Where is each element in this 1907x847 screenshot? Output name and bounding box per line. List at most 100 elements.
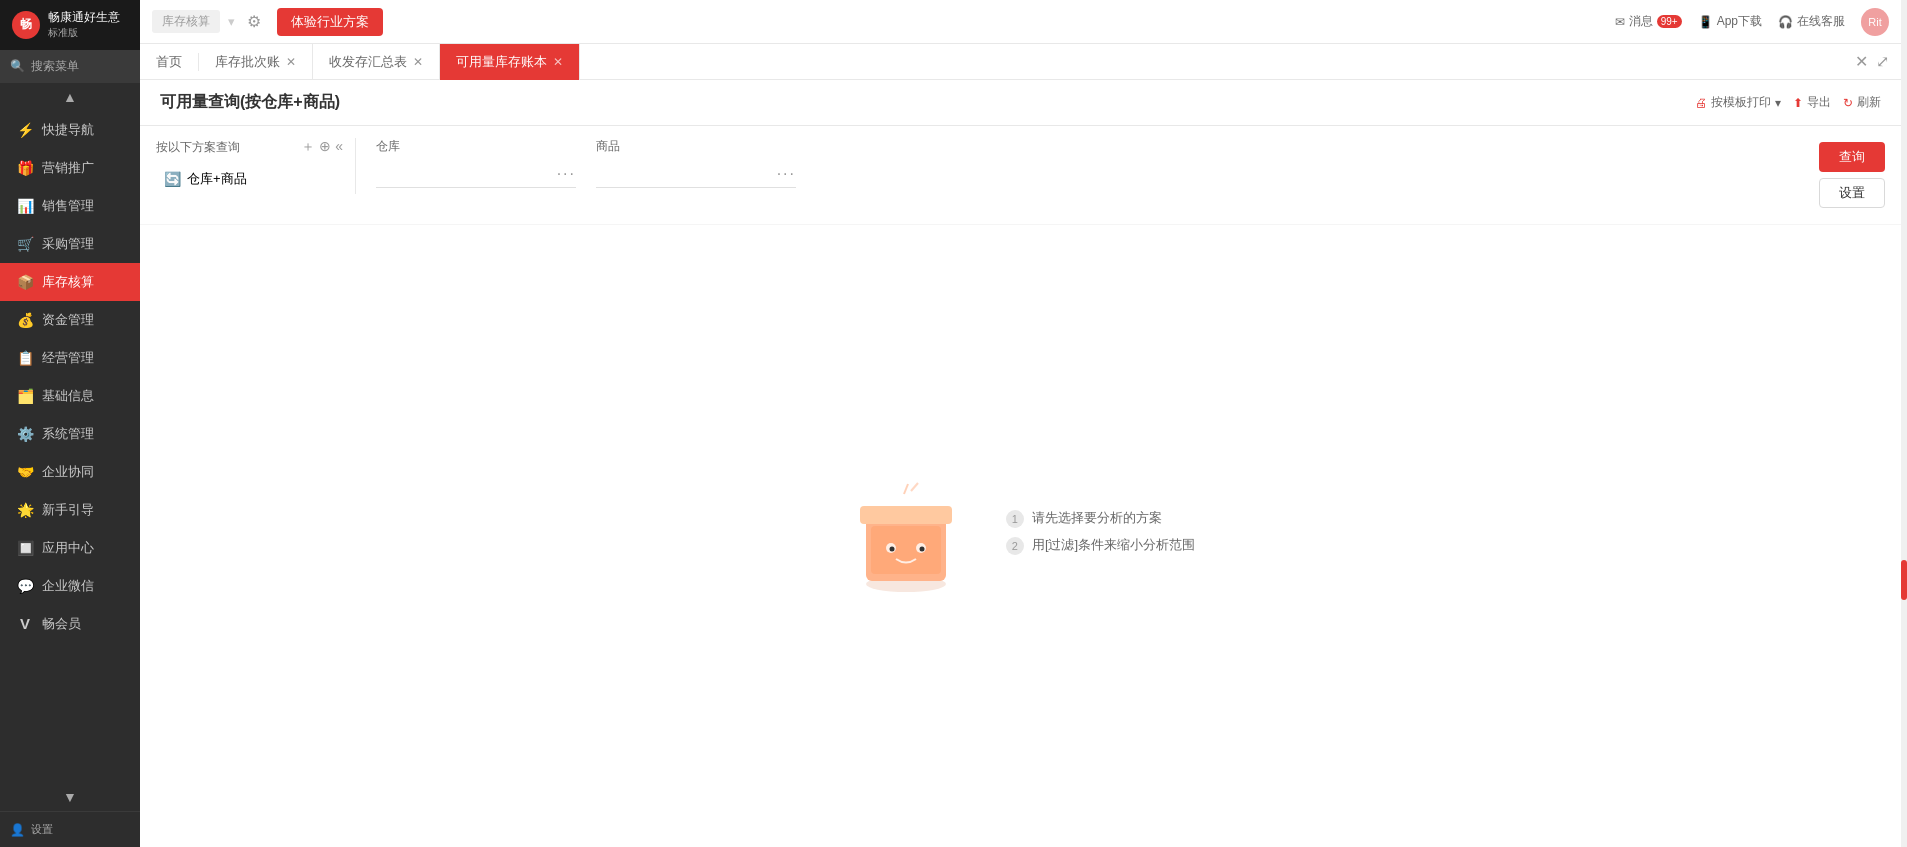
sidebar-item-label: 企业微信	[42, 577, 94, 595]
user-avatar-icon: 👤	[10, 823, 25, 837]
sidebar-item-basic-info[interactable]: 🗂️ 基础信息	[0, 377, 140, 415]
page-header: 可用量查询(按仓库+商品) 🖨 按模板打印 ▾ ⬆ 导出 ↻ 刷新	[140, 80, 1901, 126]
main-area: 库存核算 ▾ ⚙ 体验行业方案 ✉ 消息 99+ 📱 App下载 🎧 在线客服 …	[140, 0, 1901, 847]
sidebar-item-app-center[interactable]: 🔲 应用中心	[0, 529, 140, 567]
enterprise-icon: 🤝	[16, 463, 34, 481]
user-avatar: Rit	[1861, 8, 1889, 36]
settings-button[interactable]: 设置	[1819, 178, 1885, 208]
sidebar-item-sales[interactable]: 📊 销售管理	[0, 187, 140, 225]
search-label: 搜索菜单	[31, 58, 79, 75]
empty-svg	[846, 476, 966, 596]
sidebar-item-label: 企业协同	[42, 463, 94, 481]
sidebar-item-label: 畅会员	[42, 615, 81, 633]
app-subtitle: 标准版	[48, 26, 120, 40]
filter-area: 按以下方案查询 ＋ ⊕ « 🔄 仓库+商品 仓库	[140, 126, 1901, 224]
tab-close-icon[interactable]: ✕	[413, 55, 423, 69]
topbar: 库存核算 ▾ ⚙ 体验行业方案 ✉ 消息 99+ 📱 App下载 🎧 在线客服 …	[140, 0, 1901, 44]
sidebar-scroll-up[interactable]: ▲	[0, 83, 140, 111]
hint-num-2: 2	[1006, 537, 1024, 555]
empty-illustration	[846, 476, 966, 596]
filter-right-panel: 仓库 ··· 商品 ··· 查询 设置	[356, 138, 1885, 212]
app-title-block: 畅康通好生意 标准版	[48, 10, 120, 40]
empty-state: 1 请先选择要分析的方案 2 用[过滤]条件来缩小分析范围	[140, 225, 1901, 847]
empty-hint-1: 1 请先选择要分析的方案	[1006, 509, 1195, 528]
sidebar-item-finance[interactable]: 💰 资金管理	[0, 301, 140, 339]
settings-scheme-icon[interactable]: ⊕	[319, 138, 331, 156]
sidebar: 畅 畅康通好生意 标准版 🔍 搜索菜单 ▲ ⚡ 快捷导航 🎁 营销推广 📊 销售…	[0, 0, 140, 847]
right-buttons: 查询 设置	[1819, 138, 1885, 212]
sidebar-search[interactable]: 🔍 搜索菜单	[0, 50, 140, 83]
app-download-btn[interactable]: 📱 App下载	[1698, 13, 1762, 30]
empty-content: 1 请先选择要分析的方案 2 用[过滤]条件来缩小分析范围	[846, 476, 1195, 596]
expand-btn[interactable]: ⤢	[1876, 52, 1889, 71]
scrollbar-thumb[interactable]	[1901, 560, 1907, 600]
scheme-label: 仓库+商品	[187, 170, 247, 188]
empty-hint-2: 2 用[过滤]条件来缩小分析范围	[1006, 536, 1195, 555]
sidebar-item-label: 采购管理	[42, 235, 94, 253]
sidebar-item-label: 系统管理	[42, 425, 94, 443]
vip-icon: V	[16, 615, 34, 633]
warehouse-input[interactable]: ···	[376, 161, 576, 188]
sidebar-nav: ⚡ 快捷导航 🎁 营销推广 📊 销售管理 🛒 采购管理 📦 库存核算 💰 资金管…	[0, 111, 140, 783]
print-btn[interactable]: 🖨 按模板打印 ▾	[1695, 94, 1781, 111]
filter-field-warehouse: 仓库 ···	[376, 138, 576, 188]
collapse-icon[interactable]: «	[335, 138, 343, 156]
sidebar-item-vip[interactable]: V 畅会员	[0, 605, 140, 643]
refresh-btn[interactable]: ↻ 刷新	[1843, 94, 1881, 111]
tab-label: 可用量库存账本	[456, 53, 547, 71]
quick-nav-icon: ⚡	[16, 121, 34, 139]
messages-label: 消息	[1629, 13, 1653, 30]
breadcrumb-separator: ▾	[228, 14, 235, 29]
tab-available-ledger[interactable]: 可用量库存账本 ✕	[440, 44, 580, 80]
sidebar-item-label: 基础信息	[42, 387, 94, 405]
filter-scheme-warehouse-goods[interactable]: 🔄 仓库+商品	[156, 164, 343, 194]
gear-icon[interactable]: ⚙	[247, 12, 261, 31]
sales-icon: 📊	[16, 197, 34, 215]
svg-rect-2	[860, 506, 952, 524]
sidebar-item-inventory[interactable]: 📦 库存核算	[0, 263, 140, 301]
print-icon: 🖨	[1695, 96, 1707, 110]
sidebar-scroll-down[interactable]: ▼	[0, 783, 140, 811]
warehouse-more-icon[interactable]: ···	[557, 165, 576, 183]
sidebar-item-label: 销售管理	[42, 197, 94, 215]
filter-actions: ＋ ⊕ «	[301, 138, 343, 156]
basic-info-icon: 🗂️	[16, 387, 34, 405]
right-scrollbar[interactable]	[1901, 0, 1907, 847]
sidebar-item-operations[interactable]: 📋 经营管理	[0, 339, 140, 377]
query-button[interactable]: 查询	[1819, 142, 1885, 172]
refresh-icon: ↻	[1843, 96, 1853, 110]
phone-icon: 📱	[1698, 15, 1713, 29]
sidebar-item-newbie[interactable]: 🌟 新手引导	[0, 491, 140, 529]
sidebar-footer-label: 设置	[31, 822, 53, 837]
purchase-icon: 🛒	[16, 235, 34, 253]
headset-icon: 🎧	[1778, 15, 1793, 29]
tab-close-icon[interactable]: ✕	[553, 55, 563, 69]
sidebar-item-system[interactable]: ⚙️ 系统管理	[0, 415, 140, 453]
filter-left-panel: 按以下方案查询 ＋ ⊕ « 🔄 仓库+商品	[156, 138, 356, 194]
sidebar-item-wechat[interactable]: 💬 企业微信	[0, 567, 140, 605]
sidebar-item-enterprise[interactable]: 🤝 企业协同	[0, 453, 140, 491]
tab-receive-summary[interactable]: 收发存汇总表 ✕	[313, 44, 440, 80]
messages-btn[interactable]: ✉ 消息 99+	[1615, 13, 1682, 30]
goods-more-icon[interactable]: ···	[777, 165, 796, 183]
tab-label: 收发存汇总表	[329, 53, 407, 71]
refresh-label: 刷新	[1857, 94, 1881, 111]
content-area: 可用量查询(按仓库+商品) 🖨 按模板打印 ▾ ⬆ 导出 ↻ 刷新	[140, 80, 1901, 847]
sidebar-item-marketing[interactable]: 🎁 营销推广	[0, 149, 140, 187]
export-btn[interactable]: ⬆ 导出	[1793, 94, 1831, 111]
sidebar-footer[interactable]: 👤 设置	[0, 811, 140, 847]
hint-text-2: 用[过滤]条件来缩小分析范围	[1032, 536, 1195, 554]
user-profile-btn[interactable]: Rit	[1861, 8, 1889, 36]
sidebar-item-quick-nav[interactable]: ⚡ 快捷导航	[0, 111, 140, 149]
goods-input[interactable]: ···	[596, 161, 796, 188]
tab-batch-ledger[interactable]: 库存批次账 ✕	[199, 44, 313, 80]
add-scheme-icon[interactable]: ＋	[301, 138, 315, 156]
tab-home[interactable]: 首页	[140, 53, 199, 71]
sidebar-item-label: 库存核算	[42, 273, 94, 291]
sidebar-item-purchase[interactable]: 🛒 采购管理	[0, 225, 140, 263]
online-service-btn[interactable]: 🎧 在线客服	[1778, 13, 1845, 30]
tab-close-icon[interactable]: ✕	[286, 55, 296, 69]
trial-btn[interactable]: 体验行业方案	[277, 8, 383, 36]
close-tab-btn[interactable]: ✕	[1855, 52, 1868, 71]
filter-section-label: 按以下方案查询 ＋ ⊕ «	[156, 138, 343, 156]
